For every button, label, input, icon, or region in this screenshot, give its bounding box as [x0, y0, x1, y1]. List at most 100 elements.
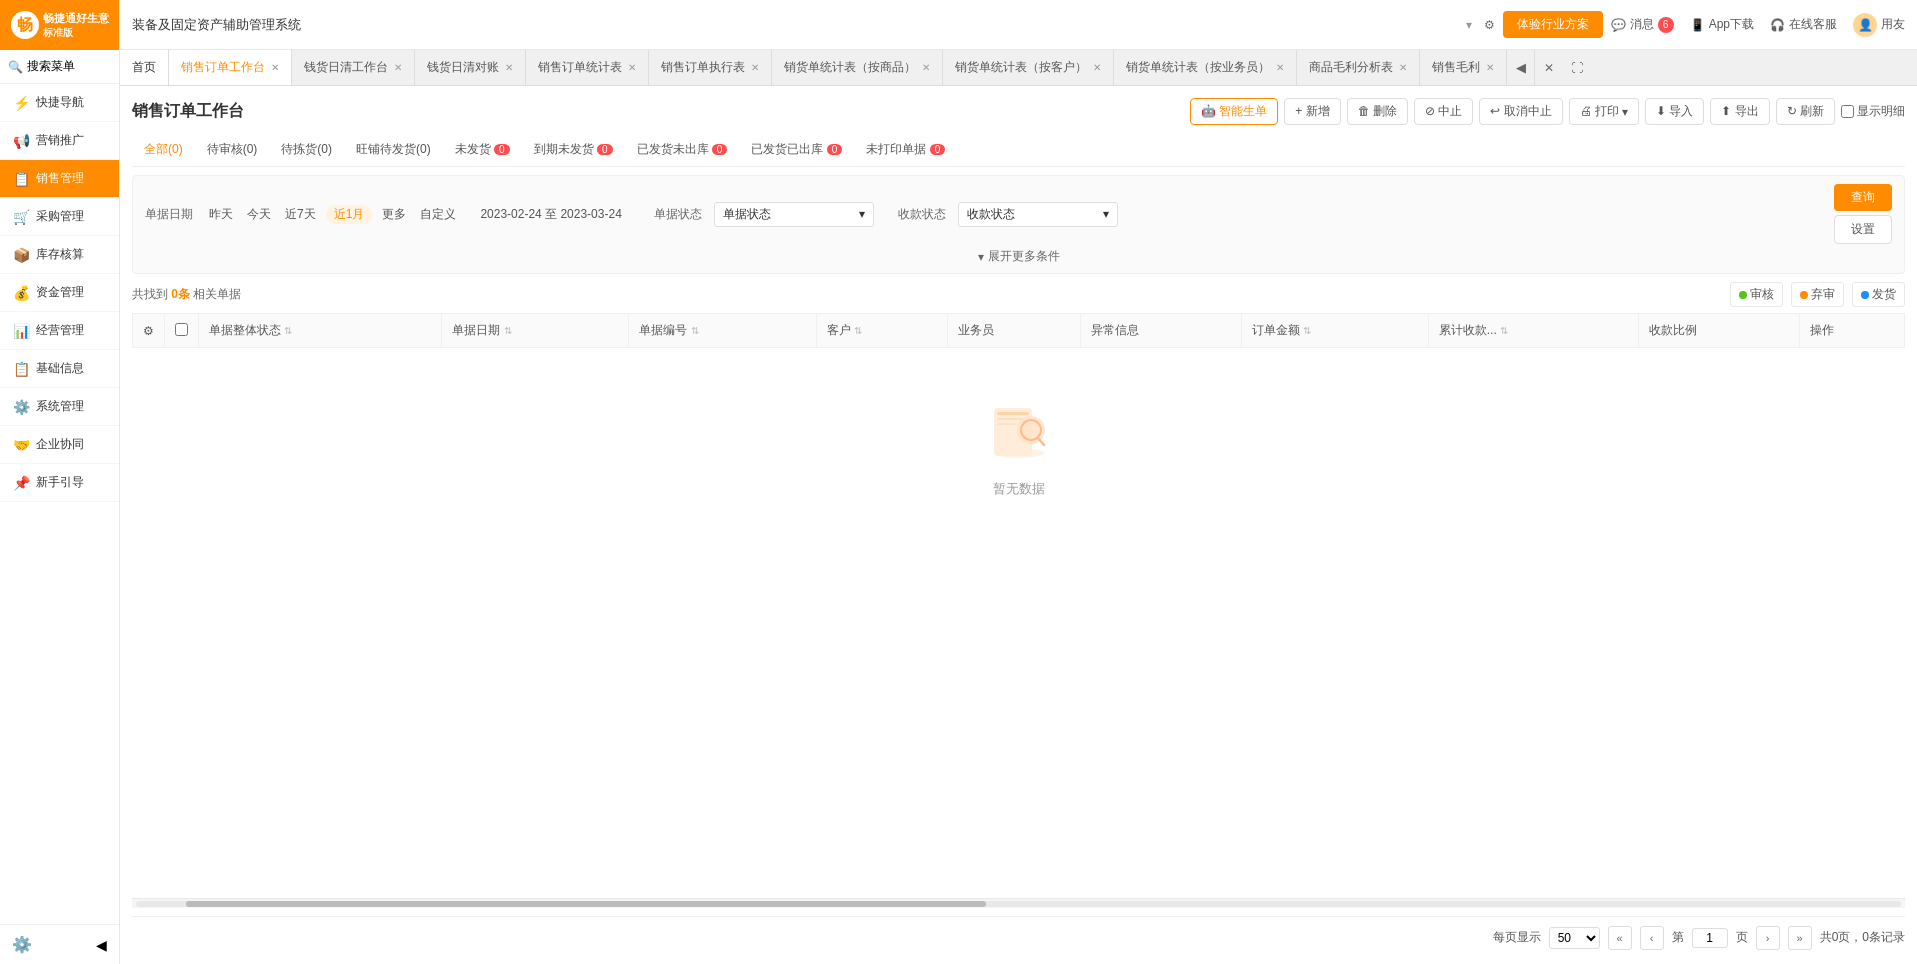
tab-close-all[interactable]: ✕ [1535, 50, 1563, 85]
refresh-button[interactable]: ↻ 刷新 [1776, 98, 1835, 125]
tab-close-cash-daily[interactable]: ✕ [394, 62, 402, 73]
tab-gross-profit[interactable]: 商品毛利分析表 ✕ [1297, 50, 1420, 85]
col-payment-ratio[interactable]: 收款比例 [1639, 314, 1800, 348]
print-button[interactable]: 🖨 打印 ▾ [1569, 98, 1639, 125]
col-status[interactable]: 单据整体状态 ⇅ [199, 314, 442, 348]
tab-sales-other[interactable]: 销售毛利 ✕ [1420, 50, 1507, 85]
tab-sales-stat[interactable]: 销售订单统计表 ✕ [526, 50, 649, 85]
page-first-button[interactable]: « [1608, 926, 1632, 950]
tab-sales-stat-customer[interactable]: 销货单统计表（按客户） ✕ [943, 50, 1114, 85]
sidebar-item-sales[interactable]: 📋 销售管理 [0, 160, 119, 198]
date-opt-custom[interactable]: 自定义 [416, 205, 460, 224]
col-received[interactable]: 累计收款... ⇅ [1428, 314, 1639, 348]
sub-tab-all[interactable]: 全部(0) [132, 137, 195, 162]
payment-filter-select[interactable]: 收款状态 ▾ [958, 202, 1118, 227]
col-settings[interactable]: ⚙ [133, 314, 165, 348]
tab-close-gross-profit[interactable]: ✕ [1399, 62, 1407, 73]
date-opt-yesterday[interactable]: 昨天 [205, 205, 237, 224]
collapse-icon[interactable]: ◀ [96, 937, 107, 953]
tab-sales-stat-staff[interactable]: 销货单统计表（按业务员） ✕ [1114, 50, 1297, 85]
cancel-stop-button[interactable]: ↩ 取消中止 [1479, 98, 1562, 125]
col-number[interactable]: 单据编号 ⇅ [629, 314, 816, 348]
filter-expand[interactable]: ▾ 展开更多条件 [145, 248, 1892, 265]
tab-cash-daily[interactable]: 钱货日清工作台 ✕ [292, 50, 415, 85]
export-button[interactable]: ⬆ 导出 [1710, 98, 1769, 125]
settings-topbar-icon[interactable]: ⚙ [1484, 18, 1495, 32]
industry-solution-button[interactable]: 体验行业方案 [1503, 11, 1603, 38]
setting-button[interactable]: 设置 [1834, 215, 1892, 244]
tab-close-sales-exec[interactable]: ✕ [751, 62, 759, 73]
select-all-checkbox[interactable] [175, 323, 188, 336]
sidebar-item-finance[interactable]: 💰 资金管理 [0, 274, 119, 312]
tab-sales-stat-product[interactable]: 销货单统计表（按商品） ✕ [772, 50, 943, 85]
tab-close-sales-stat-staff[interactable]: ✕ [1276, 62, 1284, 73]
page-last-button[interactable]: » [1788, 926, 1812, 950]
col-customer[interactable]: 客户 ⇅ [816, 314, 947, 348]
date-opt-more[interactable]: 更多 [378, 205, 410, 224]
page-next-button[interactable]: › [1756, 926, 1780, 950]
tab-sales-exec[interactable]: 销售订单执行表 ✕ [649, 50, 772, 85]
add-button[interactable]: + 新增 [1284, 98, 1340, 125]
dropdown-icon[interactable]: ▾ [1466, 18, 1472, 32]
sub-tab-shipped-not-out[interactable]: 已发货未出库 0 [625, 137, 740, 162]
tab-cash-reconcile[interactable]: 钱货日清对账 ✕ [415, 50, 526, 85]
page-prev-button[interactable]: ‹ [1640, 926, 1664, 950]
per-page-select[interactable]: 50 20 100 [1549, 927, 1600, 949]
sub-tab-not-printed[interactable]: 未打印单据 0 [854, 137, 957, 162]
message-action[interactable]: 💬 消息 6 [1611, 16, 1674, 33]
sub-tab-pending-review[interactable]: 待审核(0) [195, 137, 270, 162]
date-opt-1month[interactable]: 近1月 [326, 205, 373, 224]
app-download-action[interactable]: 📱 App下载 [1690, 16, 1754, 33]
show-detail-label[interactable]: 显示明细 [1841, 103, 1905, 120]
sidebar-item-marketing[interactable]: 📢 营销推广 [0, 122, 119, 160]
tab-close-sales-workbench[interactable]: ✕ [271, 62, 279, 73]
sidebar-item-purchase[interactable]: 🛒 采购管理 [0, 198, 119, 236]
sidebar-item-search[interactable]: 🔍 搜索菜单 [0, 50, 119, 84]
sidebar-item-guide[interactable]: 📌 新手引导 [0, 464, 119, 502]
user-profile-action[interactable]: 👤 用友 [1853, 13, 1905, 37]
table-scroll-container[interactable]: ⚙ 单据整体状态 ⇅ 单据日期 ⇅ [132, 313, 1905, 890]
date-opt-7days[interactable]: 近7天 [281, 205, 320, 224]
sub-tab-not-shipped[interactable]: 未发货 0 [443, 137, 522, 162]
sidebar-item-basic-info[interactable]: 📋 基础信息 [0, 350, 119, 388]
col-amount[interactable]: 订单金额 ⇅ [1241, 314, 1428, 348]
page-number-input[interactable] [1692, 928, 1728, 948]
sidebar-item-inventory[interactable]: 📦 库存核算 [0, 236, 119, 274]
tab-close-sales-other[interactable]: ✕ [1486, 62, 1494, 73]
tab-sales-workbench[interactable]: 销售订单工作台 ✕ [169, 50, 292, 86]
col-staff[interactable]: 业务员 [947, 314, 1080, 348]
tab-nav-prev[interactable]: ◀ [1507, 50, 1535, 85]
sidebar-item-quick-nav[interactable]: ⚡ 快捷导航 [0, 84, 119, 122]
stop-button[interactable]: ⊘ 中止 [1414, 98, 1473, 125]
sidebar-item-operation[interactable]: 📊 经营管理 [0, 312, 119, 350]
col-date[interactable]: 单据日期 ⇅ [442, 314, 629, 348]
tab-maximize[interactable]: ⛶ [1563, 50, 1591, 85]
scrollbar-area[interactable] [132, 898, 1905, 908]
query-button[interactable]: 查询 [1834, 184, 1892, 211]
sidebar-item-system[interactable]: ⚙️ 系统管理 [0, 388, 119, 426]
sidebar-item-cooperation[interactable]: 🤝 企业协同 [0, 426, 119, 464]
batch-review-button[interactable]: 审核 [1730, 282, 1783, 307]
scrollbar-thumb[interactable] [186, 901, 986, 907]
tab-close-cash-reconcile[interactable]: ✕ [505, 62, 513, 73]
tab-home[interactable]: 首页 [120, 50, 169, 85]
col-abnormal[interactable]: 异常信息 [1080, 314, 1241, 348]
sub-tab-pending-pickup[interactable]: 待拣货(0) [269, 137, 344, 162]
sub-tab-wangpu[interactable]: 旺铺待发货(0) [344, 137, 443, 162]
date-opt-today[interactable]: 今天 [243, 205, 275, 224]
show-detail-checkbox[interactable] [1841, 105, 1854, 118]
tab-close-sales-stat[interactable]: ✕ [628, 62, 636, 73]
settings-bottom-icon[interactable]: ⚙️ [12, 935, 32, 954]
status-filter-select[interactable]: 单据状态 ▾ [714, 202, 874, 227]
sub-tab-shipped-out[interactable]: 已发货已出库 0 [739, 137, 854, 162]
batch-ship-button[interactable]: 发货 [1852, 282, 1905, 307]
tab-close-sales-stat-customer[interactable]: ✕ [1093, 62, 1101, 73]
batch-cancel-review-button[interactable]: 弃审 [1791, 282, 1844, 307]
delete-button[interactable]: 🗑 删除 [1347, 98, 1408, 125]
col-checkbox[interactable] [165, 314, 199, 348]
scrollbar-track[interactable] [136, 901, 1901, 907]
import-button[interactable]: ⬇ 导入 [1645, 98, 1704, 125]
online-service-action[interactable]: 🎧 在线客服 [1770, 16, 1837, 33]
tab-close-sales-stat-product[interactable]: ✕ [922, 62, 930, 73]
sub-tab-overdue[interactable]: 到期未发货 0 [522, 137, 625, 162]
